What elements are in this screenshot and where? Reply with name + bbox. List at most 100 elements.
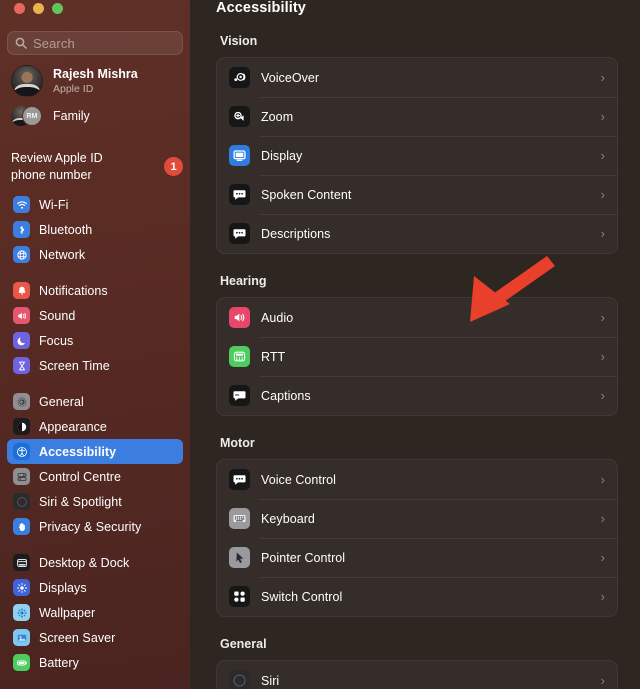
sidebar-item-control-centre[interactable]: Control Centre	[7, 464, 183, 489]
search-field[interactable]: Search	[7, 31, 183, 55]
wallpaper-icon	[17, 608, 26, 617]
sidebar-item-label: Screen Saver	[39, 630, 116, 645]
settings-row-label: Captions	[261, 388, 311, 403]
accessibility-icon	[13, 443, 30, 460]
sidebar-item-label: Control Centre	[39, 469, 121, 484]
chevron-right-icon: ›	[600, 310, 605, 325]
settings-row-pointer-control[interactable]: Pointer Control ›	[217, 538, 617, 577]
system-settings-window: Search Rajesh Mishra Apple ID RM Family …	[0, 0, 640, 689]
zoom-button[interactable]	[52, 3, 63, 14]
settings-row-keyboard[interactable]: Keyboard ›	[217, 499, 617, 538]
wallpaper-icon	[13, 604, 30, 621]
screen-saver-icon	[17, 634, 26, 641]
speaker-icon	[17, 312, 26, 319]
settings-row-label: Spoken Content	[261, 187, 352, 202]
voiceover-icon	[229, 67, 250, 88]
displays-icon	[13, 579, 30, 596]
sidebar-item-label: Bluetooth	[39, 222, 93, 237]
sidebar-item-privacy-security[interactable]: Privacy & Security	[7, 514, 183, 539]
moon-icon	[17, 337, 25, 345]
section-title-hearing: Hearing	[220, 274, 267, 288]
chevron-right-icon: ›	[600, 226, 605, 241]
sidebar-nav: Wi-Fi Bluetooth Network Notifications Sound F…	[7, 192, 183, 686]
rtt-icon	[229, 346, 250, 367]
settings-row-descriptions[interactable]: Descriptions ›	[217, 214, 617, 253]
voice-control-icon	[233, 475, 246, 485]
switch-control-icon	[229, 586, 250, 607]
chevron-right-icon: ›	[600, 388, 605, 403]
sidebar-item-label: Desktop & Dock	[39, 555, 130, 570]
sidebar-item-wi-fi[interactable]: Wi-Fi	[7, 192, 183, 217]
sidebar-item-network[interactable]: Network	[7, 242, 183, 267]
minimize-button[interactable]	[33, 3, 44, 14]
sidebar-item-notifications[interactable]: Notifications	[7, 278, 183, 303]
settings-row-spoken-content[interactable]: Spoken Content ›	[217, 175, 617, 214]
sidebar-item-sound[interactable]: Sound	[7, 303, 183, 328]
sidebar-item-desktop-dock[interactable]: Desktop & Dock	[7, 550, 183, 575]
sidebar-item-label: Accessibility	[39, 444, 117, 459]
control-centre-icon	[16, 472, 27, 481]
settings-row-zoom[interactable]: Zoom ›	[217, 97, 617, 136]
keyboard-icon	[233, 514, 246, 523]
sidebar-item-focus[interactable]: Focus	[7, 328, 183, 353]
close-button[interactable]	[14, 3, 25, 14]
chevron-right-icon: ›	[600, 472, 605, 487]
sidebar-item-label: Notifications	[39, 283, 108, 298]
switch-control-icon	[234, 591, 245, 602]
sidebar-item-accessibility[interactable]: Accessibility	[7, 439, 183, 464]
sidebar-item-screen-saver[interactable]: Screen Saver	[7, 625, 183, 650]
settings-row-label: Audio	[261, 310, 294, 325]
settings-row-display[interactable]: Display ›	[217, 136, 617, 175]
sidebar-item-general[interactable]: General	[7, 389, 183, 414]
captions-icon: cc	[233, 391, 246, 401]
chevron-right-icon: ›	[600, 550, 605, 565]
settings-row-audio[interactable]: Audio ›	[217, 298, 617, 337]
family-row[interactable]: RM Family	[8, 101, 186, 131]
settings-row-label: Descriptions	[261, 226, 331, 241]
sidebar-item-siri-spotlight[interactable]: Siri & Spotlight	[7, 489, 183, 514]
section-title-vision: Vision	[220, 34, 258, 48]
settings-row-label: Switch Control	[261, 589, 343, 604]
hand-icon	[18, 522, 25, 531]
settings-row-label: Siri	[261, 673, 280, 688]
settings-row-label: Keyboard	[261, 511, 315, 526]
spoken-content-icon	[233, 190, 246, 200]
sidebar-item-label: Wallpaper	[39, 605, 96, 620]
account-subtitle: Apple ID	[53, 82, 94, 95]
settings-row-siri[interactable]: Siri ›	[217, 661, 617, 689]
sidebar-item-screen-time[interactable]: Screen Time	[7, 353, 183, 378]
siri-icon	[233, 674, 246, 687]
search-icon	[15, 37, 27, 49]
traffic-lights	[14, 3, 63, 14]
sidebar-item-appearance[interactable]: Appearance	[7, 414, 183, 439]
sidebar-item-bluetooth[interactable]: Bluetooth	[7, 217, 183, 242]
sidebar-item-displays[interactable]: Displays	[7, 575, 183, 600]
settings-row-voice-control[interactable]: Voice Control ›	[217, 460, 617, 499]
zoom-icon	[229, 106, 250, 127]
chevron-right-icon: ›	[600, 673, 605, 688]
family-avatars: RM	[11, 105, 43, 127]
descriptions-icon	[229, 223, 250, 244]
avatar	[11, 65, 43, 97]
sidebar-item-label: Battery	[39, 655, 79, 670]
siri-icon	[13, 493, 30, 510]
displays-icon	[16, 582, 27, 593]
settings-row-label: RTT	[261, 349, 286, 364]
bluetooth-icon	[13, 221, 30, 238]
settings-row-captions[interactable]: cc Captions ›	[217, 376, 617, 415]
moon-icon	[13, 332, 30, 349]
display-icon	[233, 150, 246, 161]
settings-row-rtt[interactable]: RTT ›	[217, 337, 617, 376]
settings-row-voiceover[interactable]: VoiceOver ›	[217, 58, 617, 97]
sidebar-item-wallpaper[interactable]: Wallpaper	[7, 600, 183, 625]
review-apple-id-row[interactable]: Review Apple ID phone number 1	[11, 150, 183, 183]
settings-card: VoiceOver › Zoom › Display › Spoken Content › De…	[216, 57, 618, 254]
spoken-content-icon	[229, 184, 250, 205]
apple-id-row[interactable]: Rajesh Mishra Apple ID	[8, 63, 186, 99]
voiceover-icon	[234, 72, 246, 82]
settings-sections: Vision VoiceOver › Zoom › Display › Spoken Cont…	[216, 34, 618, 689]
settings-row-switch-control[interactable]: Switch Control ›	[217, 577, 617, 616]
sidebar-item-battery[interactable]: Battery	[7, 650, 183, 675]
appearance-icon	[13, 418, 30, 435]
globe-icon	[16, 249, 27, 260]
